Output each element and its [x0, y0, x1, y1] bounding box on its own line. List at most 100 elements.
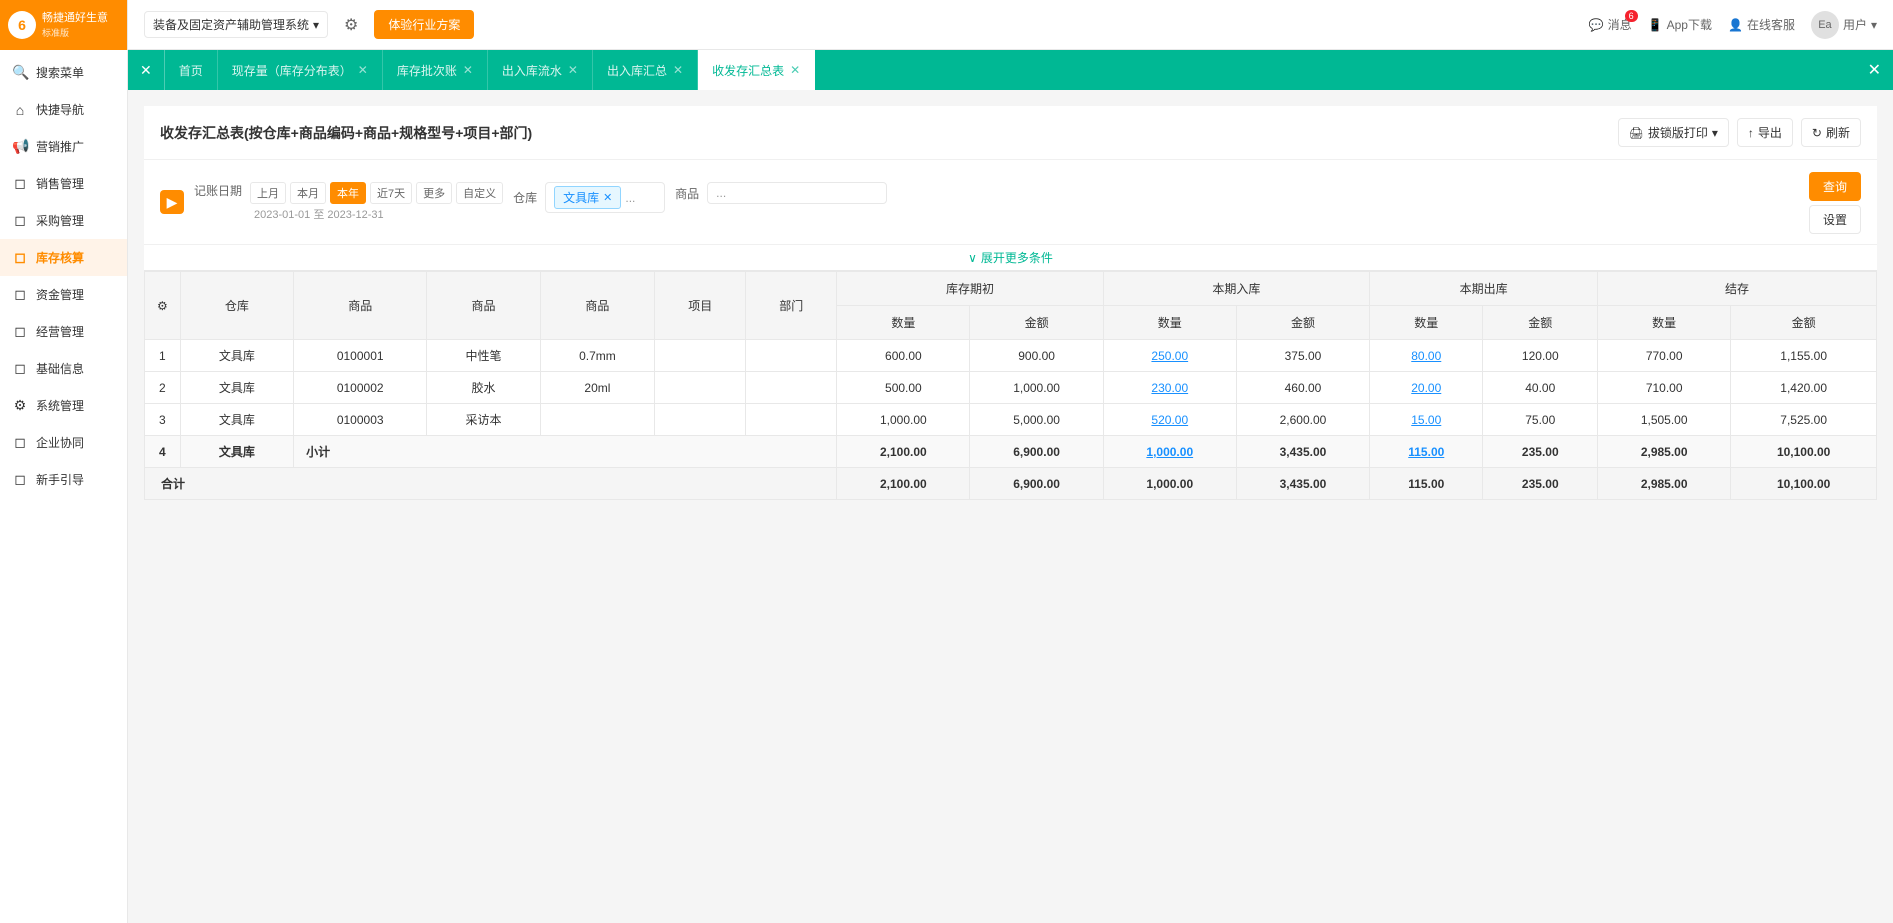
- settings-col-header[interactable]: ⚙: [145, 272, 181, 340]
- row-index: 3: [145, 404, 181, 436]
- guide-icon: ◻: [12, 471, 28, 488]
- tab-close-icon[interactable]: ✕: [673, 63, 683, 77]
- subtotal-warehouse: 文具库: [180, 436, 293, 468]
- warehouse-col-header: 仓库: [180, 272, 293, 340]
- sidebar-item-guide[interactable]: ◻ 新手引导: [0, 461, 127, 498]
- tab-close-icon[interactable]: ✕: [790, 63, 800, 77]
- sidebar-item-inventory[interactable]: ◻ 库存核算: [0, 239, 127, 276]
- row-code: 0100001: [294, 340, 427, 372]
- trial-button[interactable]: 体验行业方案: [374, 10, 474, 39]
- tab-home[interactable]: 首页: [165, 50, 218, 90]
- tab-recv-send-summary[interactable]: 收发存汇总表 ✕: [698, 50, 815, 90]
- spec-col-header: 商品: [540, 272, 655, 340]
- sidebar-item-operations[interactable]: ◻ 经营管理: [0, 313, 127, 350]
- table-header-row-1: ⚙ 仓库 商品 商品 商品 项目 部门 库存期初 本期入库 本期出库 结存: [145, 272, 1877, 306]
- purchase-icon: ◻: [12, 212, 28, 229]
- date-btn-custom[interactable]: 自定义: [456, 182, 503, 204]
- date-range-text: 2023-01-01 至 2023-12-31: [254, 206, 503, 222]
- date-btn-7days[interactable]: 近7天: [370, 182, 412, 204]
- tab-close-icon[interactable]: ✕: [358, 63, 368, 77]
- row-out-qty[interactable]: 15.00: [1370, 404, 1483, 436]
- tab-inventory-distribution[interactable]: 现存量（库存分布表） ✕: [218, 50, 383, 90]
- out-amt-header: 金额: [1483, 306, 1598, 340]
- basic-icon: ◻: [12, 360, 28, 377]
- row-out-qty[interactable]: 80.00: [1370, 340, 1483, 372]
- close-current-tab-button[interactable]: ✕: [1856, 60, 1893, 80]
- subtotal-in-amt: 3,435.00: [1236, 436, 1369, 468]
- row-in-qty[interactable]: 520.00: [1103, 404, 1236, 436]
- opening-col-header: 库存期初: [837, 272, 1103, 306]
- close-all-tabs-button[interactable]: ✕: [128, 50, 165, 90]
- message-button[interactable]: 💬 消息 6: [1589, 16, 1632, 33]
- export-button[interactable]: ↑ 导出: [1737, 118, 1793, 147]
- table-wrapper: ⚙ 仓库 商品 商品 商品 项目 部门 库存期初 本期入库 本期出库 结存 数量: [144, 271, 1877, 500]
- date-btn-last-month[interactable]: 上月: [250, 182, 286, 204]
- row-index: 1: [145, 340, 181, 372]
- total-opening-qty: 2,100.00: [837, 468, 970, 500]
- tab-close-icon[interactable]: ✕: [568, 63, 578, 77]
- date-btn-more[interactable]: 更多: [416, 182, 452, 204]
- goods-more-btn[interactable]: ...: [716, 186, 726, 200]
- total-label: 合计: [145, 468, 837, 500]
- operations-icon: ◻: [12, 323, 28, 340]
- online-service-button[interactable]: 👤 在线客服: [1728, 16, 1795, 33]
- sidebar-nav: 🔍 搜索菜单 ⌂ 快捷导航 📢 营销推广 ◻ 销售管理 ◻ 采购管理 ◻ 库存核…: [0, 50, 127, 923]
- subtotal-out-qty[interactable]: 115.00: [1370, 436, 1483, 468]
- sidebar-item-collab[interactable]: ◻ 企业协同: [0, 424, 127, 461]
- sidebar-item-finance[interactable]: ◻ 资金管理: [0, 276, 127, 313]
- sidebar-item-basic[interactable]: ◻ 基础信息: [0, 350, 127, 387]
- warehouse-input[interactable]: 文具库 ✕ ...: [545, 182, 665, 213]
- row-in-qty[interactable]: 230.00: [1103, 372, 1236, 404]
- sidebar-item-quicknav[interactable]: ⌂ 快捷导航: [0, 91, 127, 128]
- row-balance-amt: 7,525.00: [1731, 404, 1877, 436]
- sidebar-item-system[interactable]: ⚙ 系统管理: [0, 387, 127, 424]
- total-balance-amt: 10,100.00: [1731, 468, 1877, 500]
- app-download-button[interactable]: 📱 App下载: [1648, 16, 1712, 33]
- warehouse-tag-close[interactable]: ✕: [603, 191, 612, 204]
- date-btn-this-year[interactable]: 本年: [330, 182, 366, 204]
- warehouse-more-btn[interactable]: ...: [625, 191, 635, 205]
- date-btn-this-month[interactable]: 本月: [290, 182, 326, 204]
- row-warehouse: 文具库: [180, 372, 293, 404]
- out-col-header: 本期出库: [1370, 272, 1598, 306]
- row-in-qty[interactable]: 250.00: [1103, 340, 1236, 372]
- project-col-header: 项目: [655, 272, 746, 340]
- expand-conditions-button[interactable]: ∨ 展开更多条件: [968, 249, 1053, 266]
- settings-icon[interactable]: ⚙: [340, 11, 362, 39]
- row-code: 0100002: [294, 372, 427, 404]
- sidebar-item-sales[interactable]: ◻ 销售管理: [0, 165, 127, 202]
- system-selector[interactable]: 装备及固定资产辅助管理系统 ▾: [144, 11, 328, 38]
- header-buttons: 🖨 拔锁版打印 ▾ ↑ 导出 ↻ 刷新: [1618, 118, 1861, 147]
- finance-icon: ◻: [12, 286, 28, 303]
- filter-toggle-button[interactable]: ▶: [160, 190, 184, 214]
- query-button[interactable]: 查询: [1809, 172, 1861, 201]
- row-name: 采访本: [427, 404, 540, 436]
- total-in-qty: 1,000.00: [1103, 468, 1236, 500]
- code-col-header: 商品: [294, 272, 427, 340]
- table-row: 2 文具库 0100002 胶水 20ml 500.00 1,000.00 23…: [145, 372, 1877, 404]
- row-out-qty[interactable]: 20.00: [1370, 372, 1483, 404]
- tab-close-icon[interactable]: ✕: [463, 63, 473, 77]
- subtotal-in-qty[interactable]: 1,000.00: [1103, 436, 1236, 468]
- row-balance-amt: 1,155.00: [1731, 340, 1877, 372]
- tab-inout-flow[interactable]: 出入库流水 ✕: [488, 50, 593, 90]
- row-opening-qty: 1,000.00: [837, 404, 970, 436]
- goods-input[interactable]: ...: [707, 182, 887, 204]
- date-filter: 记账日期 上月 本月 本年 近7天 更多 自定义 2023-01-01 至 20…: [194, 182, 503, 222]
- tab-batch-account[interactable]: 库存批次账 ✕: [383, 50, 488, 90]
- logo-text: 畅捷通好生意 标准版: [42, 11, 108, 39]
- row-spec: [540, 404, 655, 436]
- sidebar-item-purchase[interactable]: ◻ 采购管理: [0, 202, 127, 239]
- tab-inout-summary[interactable]: 出入库汇总 ✕: [593, 50, 698, 90]
- table-footer: 合计 2,100.00 6,900.00 1,000.00 3,435.00 1…: [145, 468, 1877, 500]
- user-menu[interactable]: Ea 用户 ▾: [1811, 11, 1877, 39]
- sidebar-item-search[interactable]: 🔍 搜索菜单: [0, 54, 127, 91]
- refresh-button[interactable]: ↻ 刷新: [1801, 118, 1861, 147]
- column-settings-button[interactable]: 设置: [1809, 205, 1861, 234]
- warehouse-filter: 仓库 文具库 ✕ ...: [513, 182, 665, 213]
- logo-icon: 6: [8, 11, 36, 39]
- sidebar-item-marketing[interactable]: 📢 营销推广: [0, 128, 127, 165]
- print-button[interactable]: 🖨 拔锁版打印 ▾: [1618, 118, 1729, 147]
- chevron-down-icon: ▾: [313, 18, 319, 32]
- print-icon: 🖨: [1629, 126, 1644, 140]
